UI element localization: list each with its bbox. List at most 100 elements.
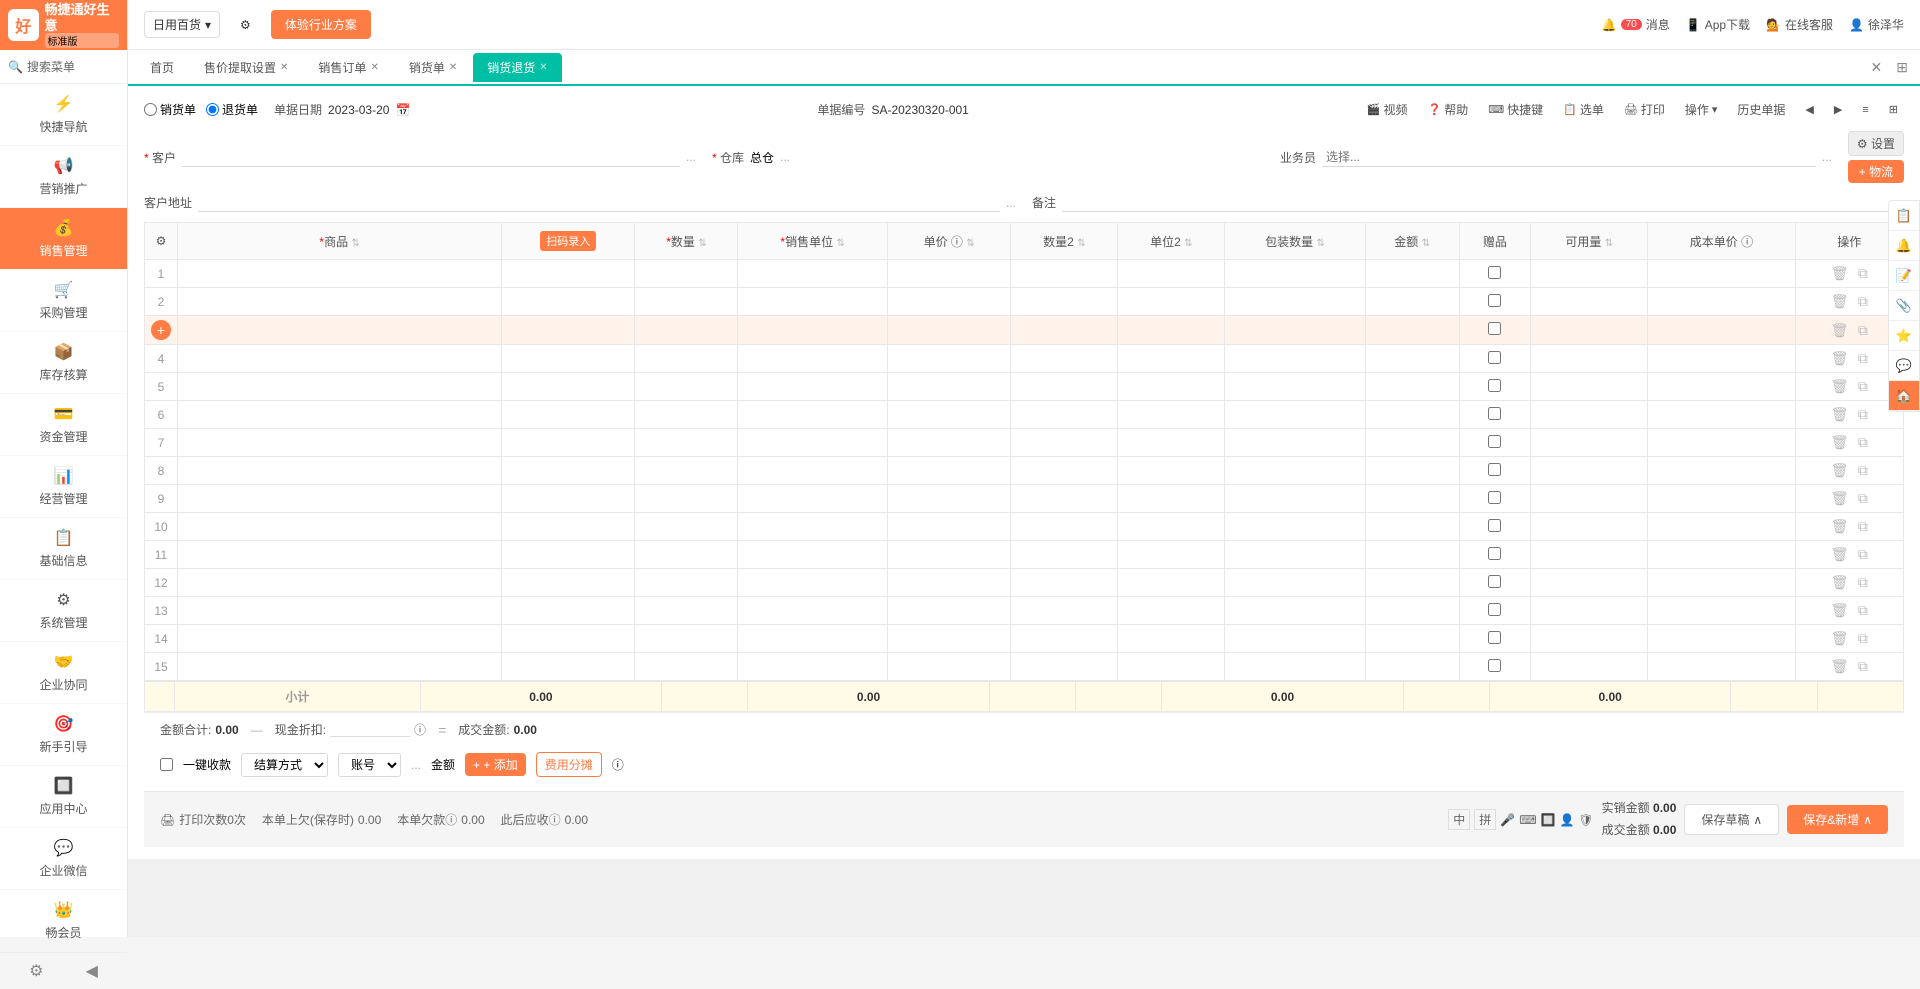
gift-checkbox[interactable] [1488, 603, 1501, 616]
amount-cell[interactable] [1365, 597, 1459, 625]
delete-row-btn[interactable]: 🗑 [1828, 462, 1852, 478]
price-cell[interactable] [887, 345, 1011, 373]
sidebar-item-finance[interactable]: 💳 资金管理 [0, 394, 127, 456]
account-dots[interactable]: ... [411, 758, 421, 772]
radio-return-input[interactable] [206, 103, 219, 116]
product-cell[interactable] [178, 513, 502, 541]
print-btn[interactable]: 🖨 打印 [1618, 98, 1671, 121]
add-row-btn[interactable]: + [151, 320, 171, 340]
sales-unit-cell[interactable] [738, 457, 887, 485]
gift-cell[interactable] [1459, 597, 1530, 625]
delete-row-btn[interactable]: 🗑 [1828, 658, 1852, 674]
delete-row-btn[interactable]: 🗑 [1828, 265, 1852, 281]
copy-row-btn[interactable]: ⧉ [1855, 378, 1871, 394]
right-icon-star[interactable]: ⭐ [1889, 321, 1919, 351]
qty2-cell[interactable] [1011, 288, 1118, 316]
sales-unit-cell[interactable] [738, 541, 887, 569]
tab-sales-close[interactable]: ✕ [370, 62, 378, 73]
gift-checkbox[interactable] [1488, 575, 1501, 588]
amount-cell[interactable] [1365, 373, 1459, 401]
qty2-cell[interactable] [1011, 569, 1118, 597]
save-new-button[interactable]: 保存&新增 ∧ [1787, 805, 1888, 834]
package-qty-cell[interactable] [1225, 513, 1365, 541]
delete-row-btn[interactable]: 🗑 [1828, 546, 1852, 562]
copy-row-btn[interactable]: ⧉ [1855, 293, 1871, 309]
remark-input[interactable] [1062, 193, 1904, 212]
expense-split-button[interactable]: 费用分摊 [536, 752, 602, 777]
unit2-cell[interactable] [1118, 653, 1225, 681]
product-cell[interactable] [178, 541, 502, 569]
qty-cell[interactable] [635, 457, 738, 485]
tab-price-close[interactable]: ✕ [280, 62, 288, 73]
product-cell[interactable] [178, 653, 502, 681]
user-icon[interactable]: 👤 [1559, 813, 1574, 827]
chinese-input-icon[interactable]: 中 [1448, 809, 1470, 830]
maximize-btn[interactable]: ⊞ [1892, 55, 1912, 80]
sales-unit-cell[interactable] [738, 597, 887, 625]
product-cell[interactable] [178, 597, 502, 625]
right-icon-bell[interactable]: 🔔 [1889, 231, 1919, 261]
unit2-cell[interactable] [1118, 429, 1225, 457]
gift-checkbox[interactable] [1488, 294, 1501, 307]
help-btn[interactable]: ❓ 帮助 [1422, 98, 1475, 121]
delete-row-btn[interactable]: 🗑 [1828, 574, 1852, 590]
sidebar-collapse-btn[interactable]: ◀ [86, 961, 98, 981]
delete-row-btn[interactable]: 🗑 [1828, 434, 1852, 450]
copy-row-btn[interactable]: ⧉ [1855, 350, 1871, 366]
product-cell[interactable] [178, 625, 502, 653]
salesperson-input[interactable] [1322, 148, 1816, 167]
sidebar-item-enterprise[interactable]: 🤝 企业协同 [0, 642, 127, 704]
qty2-cell[interactable] [1011, 260, 1118, 288]
gift-cell[interactable] [1459, 373, 1530, 401]
sidebar-item-marketing[interactable]: 📢 营销推广 [0, 146, 127, 208]
history-btn[interactable]: 历史单据 [1731, 98, 1791, 121]
package-qty-cell[interactable] [1225, 597, 1365, 625]
product-cell[interactable] [178, 485, 502, 513]
gift-cell[interactable] [1459, 457, 1530, 485]
product-cell[interactable] [178, 345, 502, 373]
qty2-cell[interactable] [1011, 457, 1118, 485]
sidebar-item-operations[interactable]: 📊 经营管理 [0, 456, 127, 518]
gift-checkbox[interactable] [1488, 322, 1501, 335]
close-all-tabs-btn[interactable]: ✕ [1867, 55, 1887, 80]
package-qty-cell[interactable] [1225, 260, 1365, 288]
add-logistics-button[interactable]: + 物流 [1848, 160, 1904, 183]
qr-icon[interactable]: 🔲 [1541, 813, 1556, 827]
radio-sales-input[interactable] [144, 103, 157, 116]
app-download-btn[interactable]: 📱 App下载 [1686, 16, 1750, 33]
sales-unit-cell[interactable] [738, 653, 887, 681]
package-qty-cell[interactable] [1225, 373, 1365, 401]
right-icon-link[interactable]: 📎 [1889, 291, 1919, 321]
unit2-cell[interactable] [1118, 597, 1225, 625]
qty-cell[interactable] [635, 541, 738, 569]
amount-cell[interactable] [1365, 316, 1459, 345]
right-icon-chat[interactable]: 💬 [1889, 351, 1919, 381]
sidebar-item-sales[interactable]: 💰 销售管理 [0, 208, 127, 270]
view-list-btn[interactable]: ≡ [1856, 98, 1874, 121]
qty2-cell[interactable] [1011, 541, 1118, 569]
barcode-btn[interactable]: 扫码录入 [540, 231, 596, 251]
radio-sales-delivery[interactable]: 销货单 [144, 101, 196, 118]
qty2-cell[interactable] [1011, 485, 1118, 513]
gift-cell[interactable] [1459, 485, 1530, 513]
unit2-cell[interactable] [1118, 345, 1225, 373]
package-qty-cell[interactable] [1225, 401, 1365, 429]
product-input[interactable] [184, 323, 495, 337]
voice-icon[interactable]: 🎤 [1500, 813, 1515, 827]
copy-row-btn[interactable]: ⧉ [1855, 658, 1871, 674]
amount-cell[interactable] [1365, 653, 1459, 681]
account-select[interactable]: 账号 [338, 753, 401, 777]
sales-unit-cell[interactable] [738, 373, 887, 401]
qty-cell[interactable] [635, 260, 738, 288]
unit2-cell[interactable] [1118, 260, 1225, 288]
sales-unit-cell[interactable] [738, 513, 887, 541]
gift-checkbox[interactable] [1488, 435, 1501, 448]
copy-row-btn[interactable]: ⧉ [1855, 322, 1871, 338]
package-qty-cell[interactable] [1225, 541, 1365, 569]
settlement-method-select[interactable]: 结算方式 [241, 753, 328, 777]
qty-cell[interactable] [635, 625, 738, 653]
qty-cell[interactable] [635, 288, 738, 316]
copy-row-btn[interactable]: ⧉ [1855, 406, 1871, 422]
notification-btn[interactable]: 🔔 70 消息 [1602, 16, 1670, 33]
gift-checkbox[interactable] [1488, 659, 1501, 672]
